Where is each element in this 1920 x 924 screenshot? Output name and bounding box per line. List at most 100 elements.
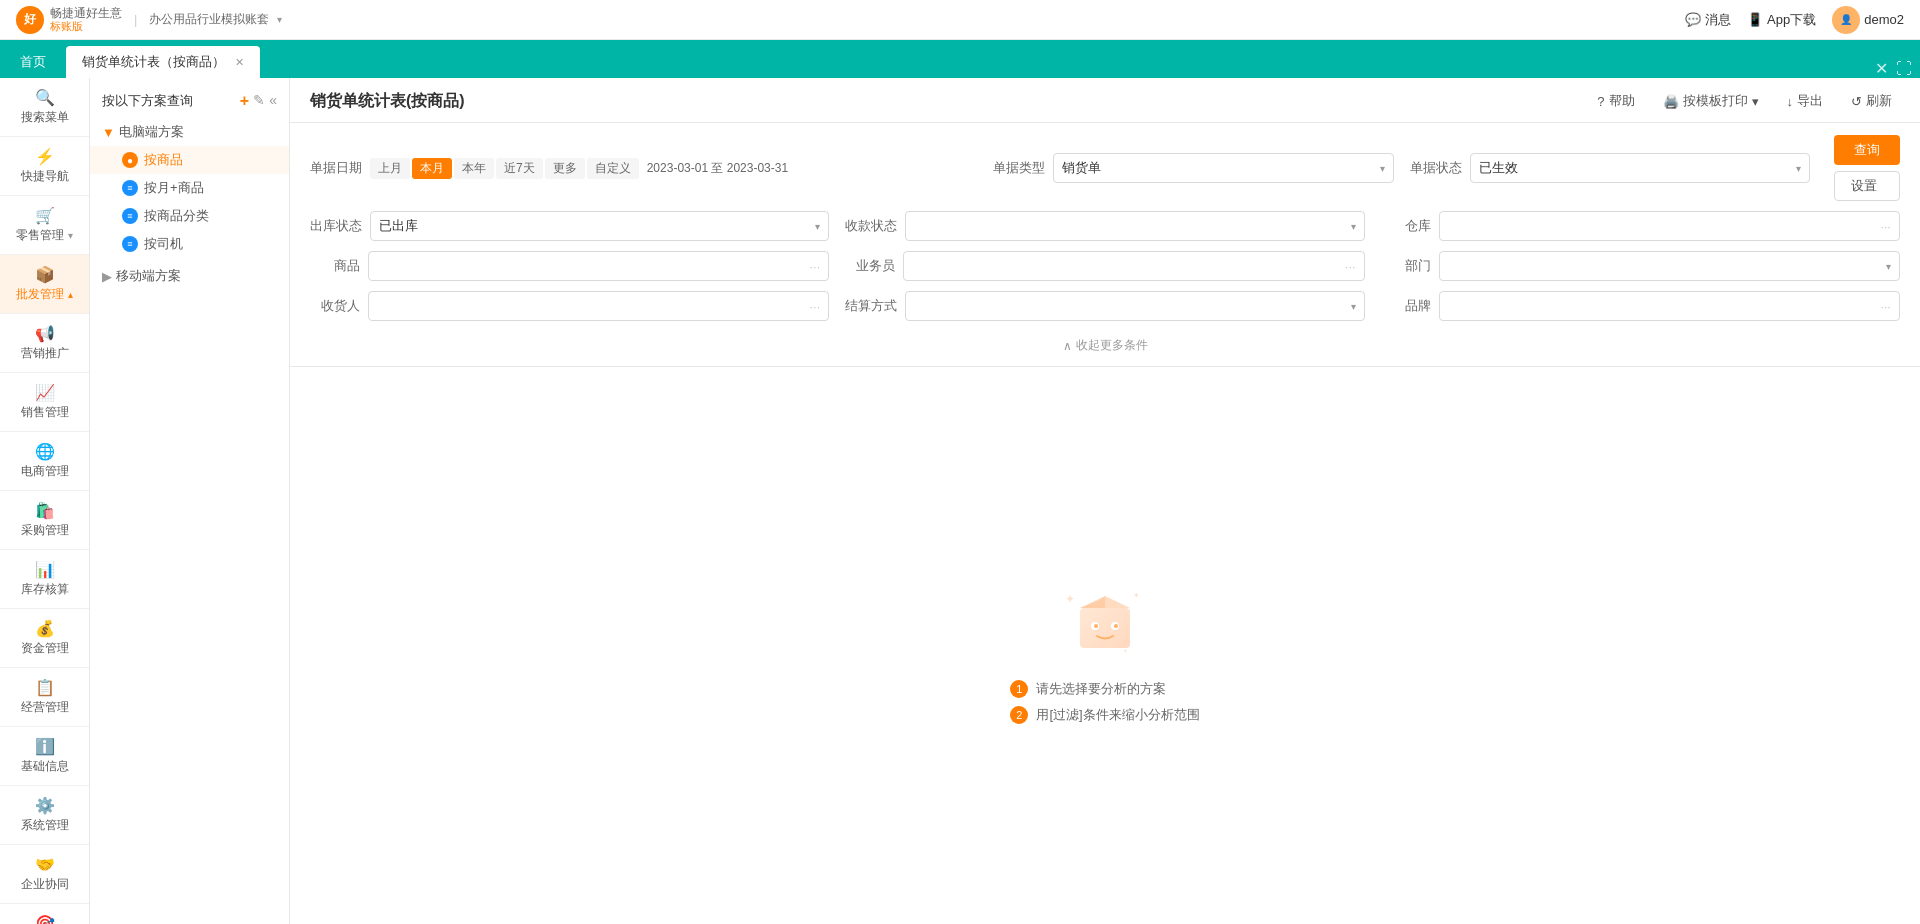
filter-date: 单据日期 上月 本月 本年 近7天 更多 自定义 2023-03-01 至 20…: [310, 158, 977, 179]
warehouse-control[interactable]: ···: [1439, 211, 1900, 241]
marketing-icon: 📢: [4, 324, 85, 343]
sidebar-item-purchase[interactable]: 🛍️ 采购管理: [0, 491, 89, 550]
tip-num-1: 1: [1010, 680, 1028, 698]
date-range-text: 2023-03-01 至 2023-03-31: [647, 160, 788, 177]
settlement-control[interactable]: ▾: [905, 291, 1364, 321]
tree-child-by-month-goods[interactable]: ≡ 按月+商品: [90, 174, 289, 202]
print-icon: 🖨️: [1663, 94, 1679, 109]
refresh-button[interactable]: ↺ 刷新: [1843, 88, 1900, 114]
sidebar-item-sales[interactable]: 📈 销售管理: [0, 373, 89, 432]
collapse-button[interactable]: ∧ 收起更多条件: [1063, 337, 1148, 354]
date-tag-more[interactable]: 更多: [545, 158, 585, 179]
filter-brand: 品牌 ···: [1381, 291, 1900, 321]
by-cashier-icon: ≡: [122, 236, 138, 252]
collapse-up-icon: ∧: [1063, 339, 1072, 353]
panel-header-label: 按以下方案查询: [102, 92, 193, 110]
tab-home[interactable]: 首页: [4, 46, 62, 78]
sidebar-item-ecommerce[interactable]: 🌐 电商管理: [0, 432, 89, 491]
salesperson-control[interactable]: ···: [903, 251, 1364, 281]
doc-status-arrow-icon: ▾: [1796, 163, 1801, 174]
date-label: 单据日期: [310, 159, 362, 177]
svg-point-5: [1094, 624, 1098, 628]
sidebar-item-operation[interactable]: 📋 经营管理: [0, 668, 89, 727]
date-tag-prev-month[interactable]: 上月: [370, 158, 410, 179]
enterprise-icon: 🤝: [4, 855, 85, 874]
tree-parent-mobile[interactable]: ▶ 移动端方案: [90, 262, 289, 290]
help-button[interactable]: ? 帮助: [1589, 88, 1642, 114]
date-tag-custom[interactable]: 自定义: [587, 158, 639, 179]
logo-text: 畅捷通好生意 标账版: [50, 6, 122, 34]
filter-doc-type: 单据类型 销货单 ▾: [993, 153, 1393, 183]
message-button[interactable]: 💬 消息: [1685, 11, 1731, 29]
panel-edit-button[interactable]: ✎: [253, 92, 265, 110]
user-menu[interactable]: 👤 demo2: [1832, 6, 1904, 34]
breadcrumb[interactable]: 办公用品行业模拟账套: [149, 11, 269, 28]
doc-type-arrow-icon: ▾: [1380, 163, 1385, 174]
sidebar-item-wholesale[interactable]: 📦 批发管理 ▴: [0, 255, 89, 314]
tab-close-icon[interactable]: ✕: [235, 56, 244, 69]
doc-status-control[interactable]: 已生效 ▾: [1470, 153, 1810, 183]
guide-icon: 🎯: [4, 914, 85, 924]
empty-state: ✦ ✦ ✦ 1 请先选择要分析的方案 2 用[过滤]条件来缩小分析范围: [290, 367, 1920, 924]
help-icon: ?: [1597, 94, 1604, 109]
sidebar-item-inventory[interactable]: 📊 库存核算: [0, 550, 89, 609]
tip-num-2: 2: [1010, 706, 1028, 724]
date-tag-this-month[interactable]: 本月: [412, 158, 452, 179]
app-download-button[interactable]: 📱 App下载: [1747, 11, 1816, 29]
tab-sales-stat[interactable]: 销货单统计表（按商品） ✕: [66, 46, 260, 78]
department-control[interactable]: ▾: [1439, 251, 1900, 281]
query-button[interactable]: 查询: [1834, 135, 1900, 165]
sidebar-item-system[interactable]: ⚙️ 系统管理: [0, 786, 89, 845]
doc-status-label: 单据状态: [1410, 159, 1462, 177]
filter-goods: 商品 ···: [310, 251, 829, 281]
tree-child-by-cashier[interactable]: ≡ 按司机: [90, 230, 289, 258]
message-icon: 💬: [1685, 12, 1701, 27]
tree-child-by-category[interactable]: ≡ 按商品分类: [90, 202, 289, 230]
goods-dots-icon: ···: [809, 259, 820, 274]
brand-dots-icon: ···: [1880, 299, 1891, 314]
filter-salesperson: 业务员 ···: [845, 251, 1364, 281]
template-print-button[interactable]: 🖨️ 按模板打印 ▾: [1655, 88, 1767, 114]
sidebar-item-basic[interactable]: ℹ️ 基础信息: [0, 727, 89, 786]
tree-child-by-goods[interactable]: ● 按商品: [90, 146, 289, 174]
date-tag-last-7-days[interactable]: 近7天: [496, 158, 543, 179]
sidebar-item-guide[interactable]: 🎯 新手引导: [0, 904, 89, 924]
sidebar-item-search[interactable]: 🔍 搜索菜单: [0, 78, 89, 137]
goods-control[interactable]: ···: [368, 251, 829, 281]
svg-text:✦: ✦: [1133, 591, 1140, 600]
settlement-label: 结算方式: [845, 297, 897, 315]
tree-parent-desktop[interactable]: ▼ 电脑端方案: [90, 118, 289, 146]
panel-header-actions: + ✎ «: [240, 92, 277, 110]
consignee-control[interactable]: ···: [368, 291, 829, 321]
filter-consignee: 收货人 ···: [310, 291, 829, 321]
settlement-arrow-icon: ▾: [1351, 301, 1356, 312]
filter-row-4: 收货人 ··· 结算方式 ▾ 品牌: [310, 291, 1900, 321]
export-button[interactable]: ↓ 导出: [1779, 88, 1832, 114]
by-category-icon: ≡: [122, 208, 138, 224]
brand-control[interactable]: ···: [1439, 291, 1900, 321]
out-status-control[interactable]: 已出库 ▾: [370, 211, 829, 241]
doc-type-control[interactable]: 销货单 ▾: [1053, 153, 1393, 183]
consignee-label: 收货人: [310, 297, 360, 315]
payment-status-control[interactable]: ▾: [905, 211, 1364, 241]
filter-buttons: 查询 设置: [1826, 135, 1900, 201]
date-tag-this-year[interactable]: 本年: [454, 158, 494, 179]
filter-doc-status: 单据状态 已生效 ▾: [1410, 153, 1810, 183]
tab-maximize-icon[interactable]: ⛶: [1896, 60, 1912, 78]
tab-close-all-icon[interactable]: ✕: [1875, 59, 1888, 78]
panel-collapse-button[interactable]: «: [269, 92, 277, 110]
svg-point-6: [1114, 624, 1118, 628]
page-actions: ? 帮助 🖨️ 按模板打印 ▾ ↓ 导出 ↺ 刷新: [1589, 88, 1900, 114]
sidebar-item-quick-nav[interactable]: ⚡ 快捷导航: [0, 137, 89, 196]
empty-tip-1: 1 请先选择要分析的方案: [1010, 680, 1199, 698]
ecommerce-icon: 🌐: [4, 442, 85, 461]
settings-button[interactable]: 设置: [1834, 171, 1900, 201]
tab-bar: 首页 销货单统计表（按商品） ✕ ✕ ⛶: [0, 40, 1920, 78]
sidebar-item-finance[interactable]: 💰 资金管理: [0, 609, 89, 668]
filter-area: 单据日期 上月 本月 本年 近7天 更多 自定义 2023-03-01 至 20…: [290, 123, 1920, 367]
retail-icon: 🛒: [4, 206, 85, 225]
sidebar-item-marketing[interactable]: 📢 营销推广: [0, 314, 89, 373]
panel-add-button[interactable]: +: [240, 92, 249, 110]
sidebar-item-retail[interactable]: 🛒 零售管理 ▾: [0, 196, 89, 255]
sidebar-item-enterprise[interactable]: 🤝 企业协同: [0, 845, 89, 904]
